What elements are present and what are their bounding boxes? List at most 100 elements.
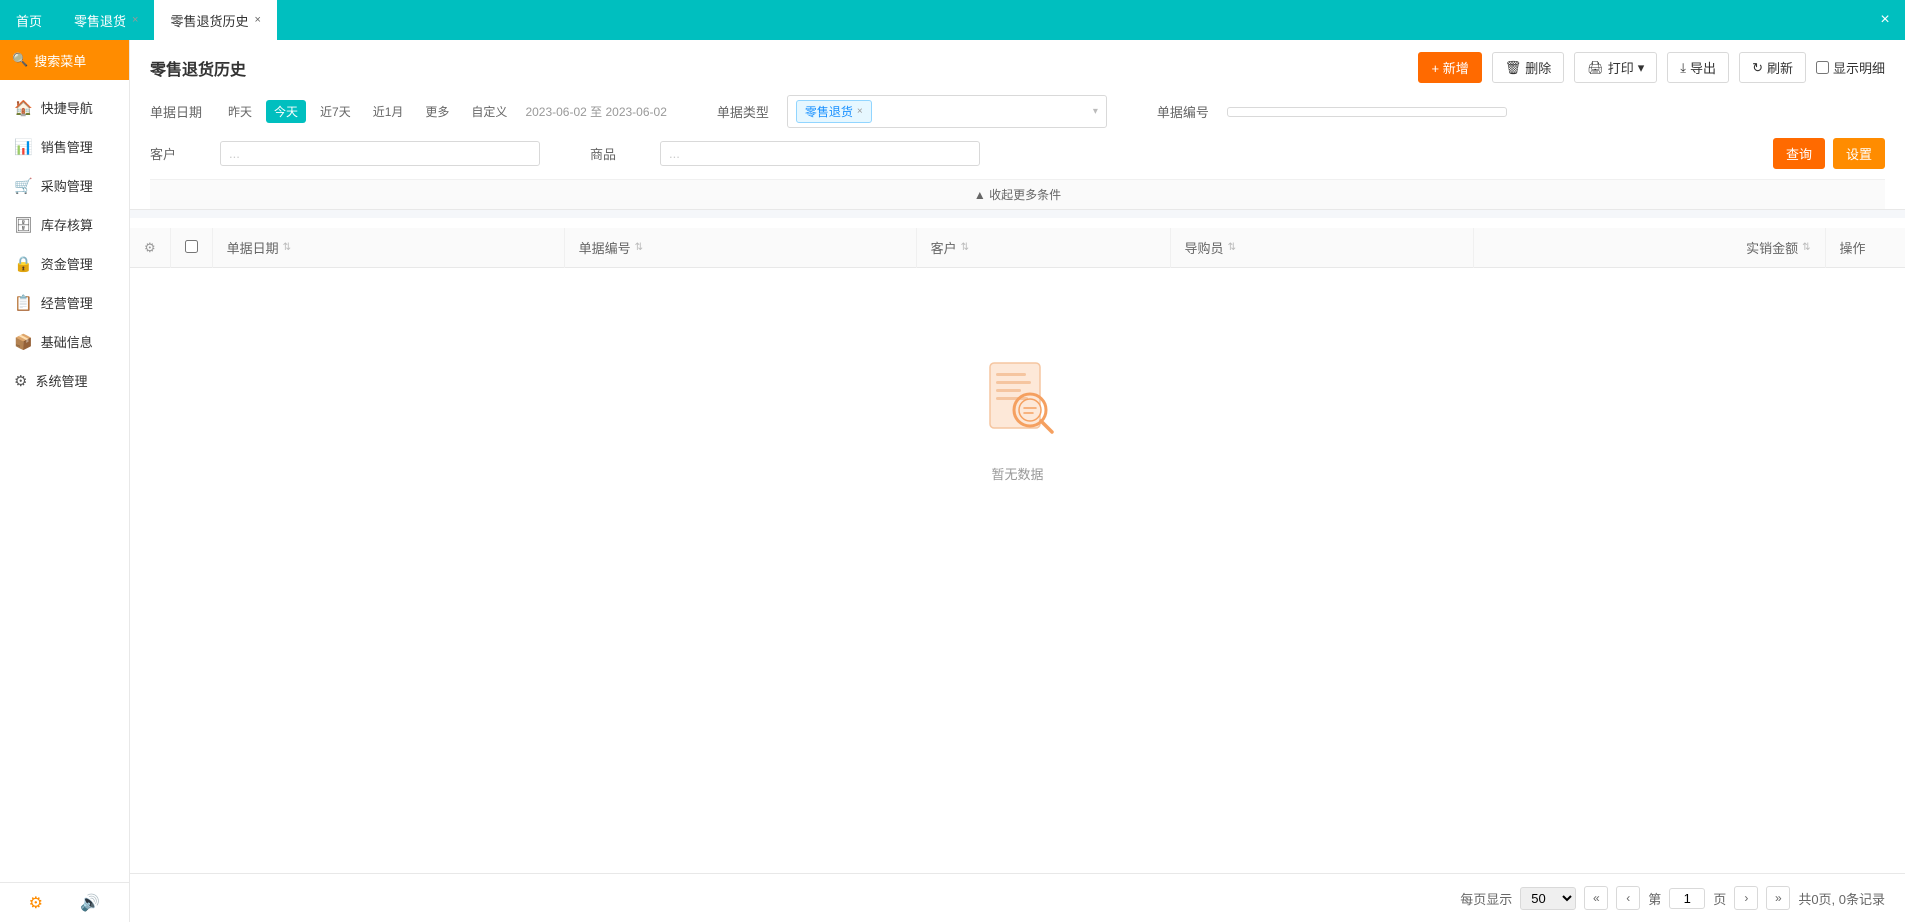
delete-button[interactable]: 🗑 删除 bbox=[1492, 52, 1565, 83]
doc-type-filter-label: 单据类型 bbox=[717, 102, 777, 121]
date-btn-today[interactable]: 今天 bbox=[266, 100, 306, 123]
empty-illustration bbox=[968, 348, 1068, 448]
sidebar-item-label: 销售管理 bbox=[41, 137, 93, 156]
sidebar-item-finance-mgmt[interactable]: 🔒 资金管理 bbox=[0, 244, 129, 283]
th-amount: 实销金额 ⇅ bbox=[1473, 228, 1825, 268]
page-size-label: 每页显示 bbox=[1460, 889, 1512, 908]
sales-icon: 📊 bbox=[14, 138, 33, 156]
tab-retail-return[interactable]: 零售退货 × bbox=[58, 0, 154, 40]
print-icon: 🖨 bbox=[1587, 60, 1604, 76]
system-icon: ⚙ bbox=[14, 372, 27, 390]
print-dropdown-icon: ▾ bbox=[1638, 60, 1645, 76]
date-btn-last-month[interactable]: 近1月 bbox=[365, 100, 412, 123]
delete-icon: 🗑 bbox=[1505, 60, 1522, 76]
first-page-button[interactable]: « bbox=[1584, 886, 1608, 910]
sidebar-search[interactable]: 🔍 搜索菜单 bbox=[0, 40, 129, 80]
sidebar-item-sales-mgmt[interactable]: 📊 销售管理 bbox=[0, 127, 129, 166]
show-detail-checkbox[interactable] bbox=[1816, 61, 1829, 74]
prev-page-button[interactable]: ‹ bbox=[1616, 886, 1640, 910]
goods-input[interactable]: ... bbox=[660, 141, 980, 166]
data-table: ⚙ 单据日期 ⇅ bbox=[130, 228, 1905, 563]
doc-type-tag-remove[interactable]: × bbox=[857, 106, 863, 117]
page-unit: 页 bbox=[1713, 889, 1726, 908]
th-guide-sort[interactable]: 导购员 ⇅ bbox=[1185, 238, 1459, 257]
doc-type-dropdown-icon: ▾ bbox=[1093, 106, 1098, 117]
select-all-checkbox[interactable] bbox=[185, 240, 198, 253]
inventory-icon: 🗄 bbox=[14, 216, 33, 234]
home-icon: 🏠 bbox=[14, 99, 33, 117]
tab-home[interactable]: 首页 bbox=[0, 0, 58, 40]
pagination-bar: 每页显示 50 20 100 « ‹ 第 页 › » 共0页, 0条记录 bbox=[130, 873, 1905, 922]
customer-filter-label: 客户 bbox=[150, 144, 210, 163]
export-button[interactable]: ⤓ 导出 bbox=[1667, 52, 1729, 83]
customer-input[interactable]: ... bbox=[220, 141, 540, 166]
date-btn-yesterday[interactable]: 昨天 bbox=[220, 100, 260, 123]
th-customer-sort[interactable]: 客户 ⇅ bbox=[931, 238, 1156, 257]
sidebar-item-label: 系统管理 bbox=[35, 371, 87, 390]
table-section: ⚙ 单据日期 ⇅ bbox=[130, 218, 1905, 922]
window-close-button[interactable]: × bbox=[1865, 0, 1905, 40]
page-size-select[interactable]: 50 20 100 bbox=[1520, 887, 1576, 910]
top-bar: 首页 零售退货 × 零售退货历史 × × bbox=[0, 0, 1905, 40]
tab-retail-return-history[interactable]: 零售退货历史 × bbox=[154, 0, 276, 40]
refresh-button[interactable]: ↻ 刷新 bbox=[1739, 52, 1806, 83]
sidebar-item-label: 经营管理 bbox=[41, 293, 93, 312]
tab-list: 首页 零售退货 × 零售退货历史 × bbox=[0, 0, 1865, 40]
sidebar-item-inventory-calc[interactable]: 🗄 库存核算 bbox=[0, 205, 129, 244]
page-number-input[interactable] bbox=[1669, 888, 1705, 909]
main-layout: 🔍 搜索菜单 🏠 快捷导航 📊 销售管理 🛒 采购管理 🗄 库存核算 🔒 bbox=[0, 40, 1905, 922]
finance-icon: 🔒 bbox=[14, 255, 33, 273]
sidebar-item-ops-mgmt[interactable]: 📋 经营管理 bbox=[0, 283, 129, 322]
doc-number-input[interactable] bbox=[1227, 107, 1507, 117]
filter-section: 零售退货历史 + 新增 🗑 删除 🖨 打印 ▾ ⤓ bbox=[130, 40, 1905, 210]
th-customer: 客户 ⇅ bbox=[916, 228, 1170, 268]
sidebar-item-quick-nav[interactable]: 🏠 快捷导航 bbox=[0, 88, 129, 127]
sort-icon: ⇅ bbox=[1802, 242, 1810, 253]
doc-number-filter-label: 单据编号 bbox=[1157, 102, 1217, 121]
settings-button[interactable]: 设置 bbox=[1833, 138, 1885, 169]
th-date-sort[interactable]: 单据日期 ⇅ bbox=[227, 238, 550, 257]
sort-icon: ⇅ bbox=[961, 242, 969, 253]
sidebar-item-purchase-mgmt[interactable]: 🛒 采购管理 bbox=[0, 166, 129, 205]
sidebar-item-label: 基础信息 bbox=[41, 332, 93, 351]
filter-row-1: 单据日期 昨天 今天 近7天 近1月 更多 自定义 2023-06-02 至 2… bbox=[150, 95, 1885, 128]
base-icon: 📦 bbox=[14, 333, 33, 351]
page-actions: + 新增 🗑 删除 🖨 打印 ▾ ⤓ 导出 bbox=[1418, 52, 1885, 83]
sidebar-nav: 🏠 快捷导航 📊 销售管理 🛒 采购管理 🗄 库存核算 🔒 资金管理 📋 bbox=[0, 80, 129, 882]
collapse-bar[interactable]: ▲ 收起更多条件 bbox=[150, 179, 1885, 209]
settings-icon[interactable]: ⚙ bbox=[29, 893, 43, 913]
th-guide: 导购员 ⇅ bbox=[1170, 228, 1473, 268]
tab-retail-return-close[interactable]: × bbox=[132, 14, 138, 26]
th-number-sort[interactable]: 单据编号 ⇅ bbox=[579, 238, 902, 257]
page-title: 零售退货历史 bbox=[150, 56, 246, 80]
sidebar-item-base-info[interactable]: 📦 基础信息 bbox=[0, 322, 129, 361]
ops-icon: 📋 bbox=[14, 294, 33, 312]
doc-type-select[interactable]: 零售退货 × ▾ bbox=[787, 95, 1107, 128]
filter-row-2: 客户 ... 商品 ... 查询 设置 bbox=[150, 138, 1885, 169]
query-button[interactable]: 查询 bbox=[1773, 138, 1825, 169]
th-gear: ⚙ bbox=[130, 228, 170, 268]
date-btn-custom[interactable]: 自定义 bbox=[463, 100, 515, 123]
search-icon: 🔍 bbox=[12, 52, 28, 68]
gear-icon[interactable]: ⚙ bbox=[144, 240, 156, 255]
sidebar-item-system-mgmt[interactable]: ⚙ 系统管理 bbox=[0, 361, 129, 400]
show-detail-checkbox-label[interactable]: 显示明细 bbox=[1816, 58, 1885, 77]
th-action: 操作 bbox=[1825, 228, 1905, 268]
sidebar-item-label: 快捷导航 bbox=[41, 98, 93, 117]
new-button[interactable]: + 新增 bbox=[1418, 52, 1481, 83]
page-label: 第 bbox=[1648, 889, 1661, 908]
sort-icon: ⇅ bbox=[635, 242, 643, 253]
last-page-button[interactable]: » bbox=[1766, 886, 1790, 910]
th-amount-sort[interactable]: 实销金额 ⇅ bbox=[1488, 238, 1811, 257]
date-filter-label: 单据日期 bbox=[150, 102, 210, 121]
sidebar-bottom: ⚙ 🔊 bbox=[0, 882, 129, 922]
sidebar: 🔍 搜索菜单 🏠 快捷导航 📊 销售管理 🛒 采购管理 🗄 库存核算 🔒 bbox=[0, 40, 130, 922]
date-btn-more[interactable]: 更多 bbox=[417, 100, 457, 123]
tab-retail-return-history-close[interactable]: × bbox=[254, 14, 260, 26]
date-btn-last7[interactable]: 近7天 bbox=[312, 100, 359, 123]
sidebar-item-label: 库存核算 bbox=[41, 215, 93, 234]
volume-icon[interactable]: 🔊 bbox=[80, 893, 100, 913]
next-page-button[interactable]: › bbox=[1734, 886, 1758, 910]
goods-filter-label: 商品 bbox=[590, 144, 650, 163]
print-button[interactable]: 🖨 打印 ▾ bbox=[1574, 52, 1657, 83]
